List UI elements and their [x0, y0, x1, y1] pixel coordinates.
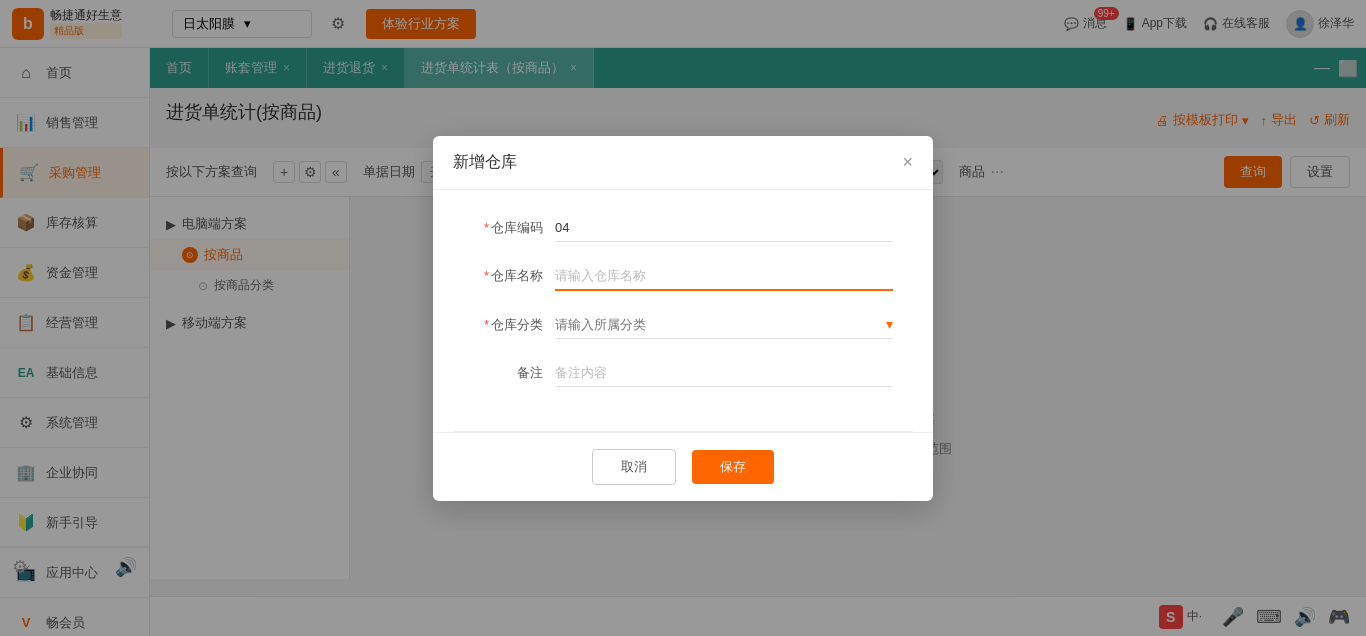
- category-dropdown-icon[interactable]: ▾: [886, 316, 893, 332]
- form-row-remark: 备注: [473, 359, 893, 387]
- category-label: *仓库分类: [473, 316, 543, 334]
- code-input[interactable]: [555, 214, 893, 242]
- modal-body: *仓库编码 *仓库名称 *仓库分类 ▾: [433, 190, 933, 431]
- name-label: *仓库名称: [473, 267, 543, 285]
- save-button[interactable]: 保存: [692, 450, 774, 484]
- code-label: *仓库编码: [473, 219, 543, 237]
- remark-label: 备注: [473, 364, 543, 382]
- name-input[interactable]: [555, 262, 893, 291]
- form-row-category: *仓库分类 ▾: [473, 311, 893, 339]
- form-row-name: *仓库名称: [473, 262, 893, 291]
- cancel-button[interactable]: 取消: [592, 449, 676, 485]
- modal-title: 新增仓库: [453, 152, 517, 173]
- category-input[interactable]: [555, 311, 886, 338]
- form-row-code: *仓库编码: [473, 214, 893, 242]
- category-select-wrap: ▾: [555, 311, 893, 339]
- modal-header: 新增仓库 ×: [433, 136, 933, 190]
- modal-close-button[interactable]: ×: [902, 152, 913, 173]
- add-warehouse-modal: 新增仓库 × *仓库编码 *仓库名称 *仓库分类: [433, 136, 933, 501]
- remark-input[interactable]: [555, 359, 893, 387]
- modal-overlay[interactable]: 新增仓库 × *仓库编码 *仓库名称 *仓库分类: [0, 0, 1366, 636]
- modal-footer: 取消 保存: [433, 432, 933, 501]
